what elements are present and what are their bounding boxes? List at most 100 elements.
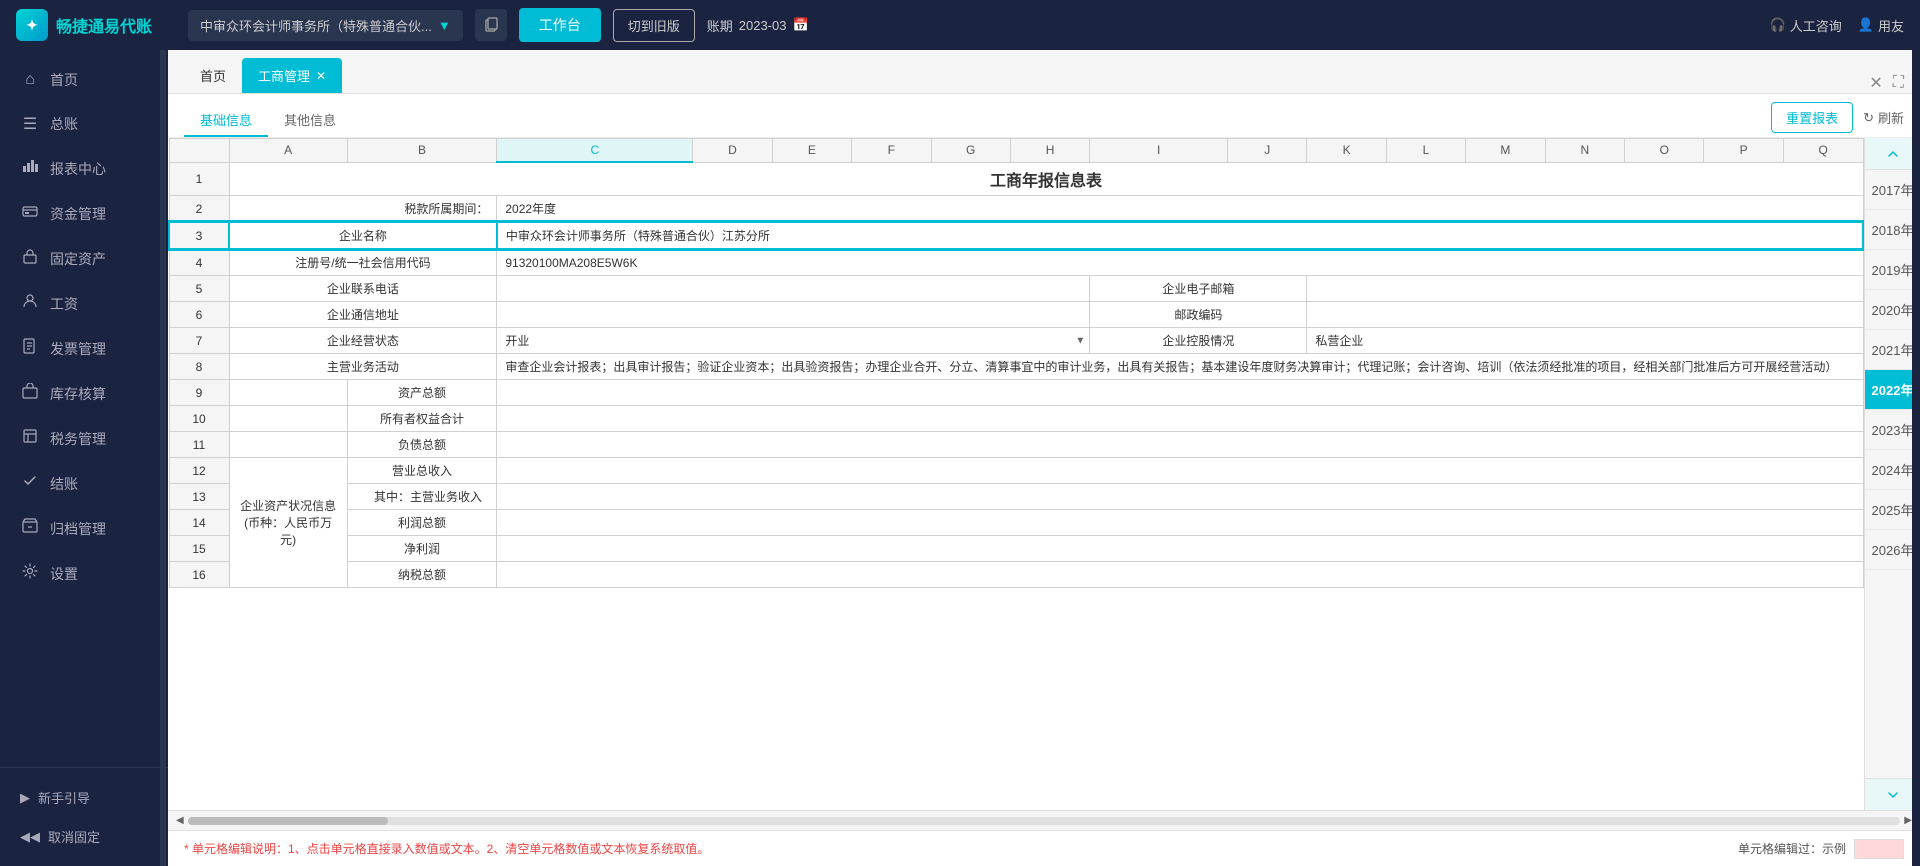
close-icon[interactable]: ✕ xyxy=(1869,73,1882,93)
status-label: 企业经营状态 xyxy=(229,328,497,354)
reset-report-button[interactable]: 重置报表 xyxy=(1771,102,1853,133)
home-icon: ⌂ xyxy=(20,71,40,89)
holding-cell[interactable]: 私营企业 xyxy=(1307,328,1863,354)
old-version-button[interactable]: 切到旧版 xyxy=(613,9,695,42)
sidebar-item-settlement[interactable]: 结账 xyxy=(0,461,168,506)
company-selector[interactable]: 中审众环会计师事务所（特殊普通合伙... ▼ xyxy=(188,10,463,41)
sidebar-item-home[interactable]: ⌂ 首页 xyxy=(0,58,168,102)
content-area: 首页 工商管理 ✕ ✕ ⛶ 基础信息 其他信息 重置报表 xyxy=(168,50,1920,866)
topbar: ✦ 畅捷通易代账 中审众环会计师事务所（特殊普通合伙... ▼ 工作台 切到旧版… xyxy=(0,0,1920,50)
status-cell[interactable]: 开业 ▼ xyxy=(497,328,1090,354)
user-button[interactable]: 👤 用友 xyxy=(1858,16,1904,35)
scroll-right-arrow[interactable]: ▶ xyxy=(1904,815,1912,826)
subtab-other[interactable]: 其他信息 xyxy=(268,104,352,137)
tax-label: 纳税总额 xyxy=(347,562,497,588)
tax-cell[interactable] xyxy=(497,562,1863,588)
workbench-button[interactable]: 工作台 xyxy=(519,8,601,42)
logo: ✦ 畅捷通易代账 xyxy=(16,9,176,41)
tab-home[interactable]: 首页 xyxy=(184,58,242,93)
sidebar-item-salary[interactable]: 工资 xyxy=(0,281,168,326)
archive-icon xyxy=(20,518,40,539)
col-header-f[interactable]: F xyxy=(852,139,931,163)
subtab-basic[interactable]: 基础信息 xyxy=(184,104,268,137)
col-header-n[interactable]: N xyxy=(1545,139,1624,163)
spreadsheet-main[interactable]: A B C D E F G H I J K L M xyxy=(168,138,1864,810)
sidebar-item-label: 结账 xyxy=(50,474,78,494)
col-header-e[interactable]: E xyxy=(772,139,851,163)
sidebar-item-archive[interactable]: 归档管理 xyxy=(0,506,168,551)
sidebar-item-settings[interactable]: 设置 xyxy=(0,551,168,596)
col-header-j[interactable]: J xyxy=(1228,139,1307,163)
assets-cell[interactable] xyxy=(497,380,1863,406)
business-cell[interactable]: 审查企业会计报表；出具审计报告；验证企业资本；出具验资报告；办理企业合开、分立、… xyxy=(497,354,1863,380)
sidebar-item-invoice[interactable]: 发票管理 xyxy=(0,326,168,371)
col-header-b[interactable]: B xyxy=(347,139,497,163)
scroll-thumb[interactable] xyxy=(188,817,388,825)
col-header-h[interactable]: H xyxy=(1010,139,1089,163)
scroll-left-arrow[interactable]: ◀ xyxy=(176,815,184,826)
period-value-cell[interactable]: 2022年度 xyxy=(497,196,1863,223)
phone-cell[interactable] xyxy=(497,276,1090,302)
scroll-track[interactable] xyxy=(188,817,1901,825)
col-header-g[interactable]: G xyxy=(931,139,1010,163)
net-profit-cell[interactable] xyxy=(497,536,1863,562)
main-revenue-cell[interactable] xyxy=(497,484,1863,510)
col-header-a[interactable]: A xyxy=(229,139,347,163)
copy-button[interactable] xyxy=(475,9,507,41)
row-num-6: 6 xyxy=(169,302,229,328)
col-header-q[interactable]: Q xyxy=(1783,139,1863,163)
sidebar-item-inventory[interactable]: 库存核算 xyxy=(0,371,168,416)
sidebar-item-ledger[interactable]: ☰ 总账 xyxy=(0,102,168,146)
debt-cell[interactable] xyxy=(497,432,1863,458)
revenue-cell[interactable] xyxy=(497,458,1863,484)
profit-cell[interactable] xyxy=(497,510,1863,536)
sidebar-item-report[interactable]: 报表中心 xyxy=(0,146,168,191)
address-cell[interactable] xyxy=(497,302,1090,328)
postcode-cell[interactable] xyxy=(1307,302,1863,328)
col-header-d[interactable]: D xyxy=(693,139,772,163)
col-header-k[interactable]: K xyxy=(1307,139,1386,163)
edit-hint: * 单元格编辑说明：1、点击单元格直接录入数值或文本。2、清空单元格数值或文本恢… xyxy=(184,840,709,857)
unpin-button[interactable]: ◀◀ 取消固定 xyxy=(0,817,168,856)
company-name-cell[interactable]: 中审众环会计师事务所（特殊普通合伙）江苏分所 xyxy=(497,222,1863,249)
table-row: 4 注册号/统一社会信用代码 91320100MA208E5W6K xyxy=(169,249,1863,276)
col-header-l[interactable]: L xyxy=(1386,139,1465,163)
col-header-i[interactable]: I xyxy=(1090,139,1228,163)
guide-button[interactable]: ▶ 新手引导 xyxy=(0,778,168,817)
app-title: 畅捷通易代账 xyxy=(56,13,152,37)
finance-icon xyxy=(20,203,40,224)
email-cell[interactable] xyxy=(1307,276,1863,302)
sidebar-item-assets[interactable]: 固定资产 xyxy=(0,236,168,281)
window-controls: ✕ ⛶ xyxy=(1869,73,1904,93)
sheet-title-cell[interactable]: 工商年报信息表 xyxy=(229,162,1863,196)
expand-icon[interactable]: ⛶ xyxy=(1893,74,1904,92)
invoice-icon xyxy=(20,338,40,359)
customer-service-button[interactable]: 🎧 人工咨询 xyxy=(1770,16,1842,35)
sidebar-item-label: 工资 xyxy=(50,294,78,314)
main-layout: ⌂ 首页 ☰ 总账 报表中心 资金管理 xyxy=(0,50,1920,866)
reg-code-cell[interactable]: 91320100MA208E5W6K xyxy=(497,249,1863,276)
table-row: 12 企业资产状况信息(币种：人民币万元) 营业总收入 xyxy=(169,458,1863,484)
tab-close-icon[interactable]: ✕ xyxy=(316,69,326,83)
col-header-c[interactable]: C xyxy=(497,139,693,163)
equity-cell[interactable] xyxy=(497,406,1863,432)
sidebar-item-label: 资金管理 xyxy=(50,204,106,224)
table-row: 8 主营业务活动 审查企业会计报表；出具审计报告；验证企业资本；出具验资报告；办… xyxy=(169,354,1863,380)
sidebar-item-tax[interactable]: 税务管理 xyxy=(0,416,168,461)
ledger-icon: ☰ xyxy=(20,114,40,134)
col-header-p[interactable]: P xyxy=(1704,139,1783,163)
horizontal-scrollbar[interactable]: ◀ ▶ xyxy=(168,810,1920,830)
reg-code-label: 注册号/统一社会信用代码 xyxy=(229,249,497,276)
inventory-icon xyxy=(20,383,40,404)
tab-industrial[interactable]: 工商管理 ✕ xyxy=(242,58,342,93)
tax-icon xyxy=(20,428,40,449)
sidebar-item-finance[interactable]: 资金管理 xyxy=(0,191,168,236)
row-num-11: 11 xyxy=(169,432,229,458)
spreadsheet-wrapper: A B C D E F G H I J K L M xyxy=(168,138,1920,810)
business-label: 主营业务活动 xyxy=(229,354,497,380)
col-header-o[interactable]: O xyxy=(1625,139,1704,163)
col-header-m[interactable]: M xyxy=(1466,139,1545,163)
phone-label: 企业联系电话 xyxy=(229,276,497,302)
refresh-button[interactable]: ↻ 刷新 xyxy=(1863,108,1904,127)
calendar-icon[interactable]: 📅 xyxy=(792,17,808,33)
